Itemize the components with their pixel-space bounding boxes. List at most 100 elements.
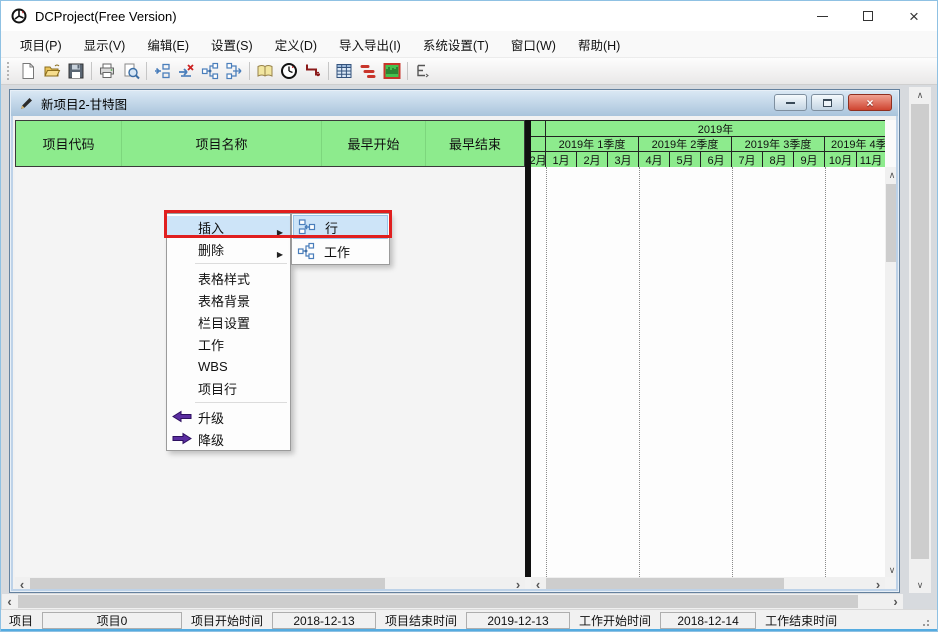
save-button[interactable]	[64, 60, 88, 83]
child-close-button[interactable]: ×	[848, 94, 892, 111]
outline-view-icon	[414, 62, 432, 80]
status-project-label: 项目	[9, 612, 33, 629]
toolbar-grip[interactable]	[7, 62, 10, 80]
toolbar-separator	[249, 62, 250, 80]
timeline-quarter-2: 2019年 2季度	[639, 137, 732, 152]
scrollbar-thumb[interactable]	[886, 184, 896, 262]
status-work-start-label: 工作开始时间	[579, 612, 651, 629]
add-work-icon	[297, 242, 315, 260]
scrollbar-thumb[interactable]	[18, 595, 858, 608]
new-file-button[interactable]	[16, 60, 40, 83]
scroll-up-button[interactable]	[885, 168, 896, 182]
maximize-button[interactable]	[845, 1, 891, 31]
status-bar: 项目 项目0 项目开始时间 2018-12-13 项目结束时间 2019-12-…	[1, 609, 937, 631]
gantt-child-window: 新项目2-甘特图 × 项目代码 项目名称 最早开始 最早结束 2019年	[9, 89, 900, 593]
pencil-icon	[19, 96, 34, 111]
column-header-earliest-start: 最早开始	[322, 121, 426, 166]
menu-edit[interactable]: 编辑(E)	[136, 30, 200, 59]
toolbar-separator	[328, 62, 329, 80]
quarter-gridline	[546, 167, 547, 577]
menu-bar: 项目(P) 显示(V) 编辑(E) 设置(S) 定义(D) 导入导出(I) 系统…	[1, 31, 937, 58]
gantt-view-icon	[359, 62, 377, 80]
menu-import-export[interactable]: 导入导出(I)	[328, 30, 412, 59]
status-work-end-label: 工作结束时间	[765, 612, 837, 629]
app-logo-icon	[11, 8, 27, 24]
menu-project[interactable]: 项目(P)	[9, 30, 73, 59]
outline-view-button[interactable]	[411, 60, 435, 83]
context-menu-item-insert[interactable]: 插入	[167, 216, 290, 238]
status-project-start-label: 项目开始时间	[191, 612, 263, 629]
scroll-right-button[interactable]	[871, 577, 885, 589]
menu-system-settings[interactable]: 系统设置(T)	[412, 30, 500, 59]
add-node-button[interactable]	[198, 60, 222, 83]
resize-grip[interactable]	[919, 616, 929, 626]
gantt-chart-area[interactable]	[531, 167, 885, 577]
context-menu-item-demote[interactable]: 降级	[167, 428, 290, 450]
histogram-view-icon	[383, 62, 401, 80]
scroll-left-button[interactable]	[531, 577, 545, 589]
menu-help[interactable]: 帮助(H)	[567, 30, 631, 59]
timeline-month: 6月	[701, 152, 732, 168]
scroll-up-button[interactable]	[909, 87, 931, 103]
gantt-horizontal-scrollbar	[531, 577, 885, 589]
submenu-arrow-icon	[277, 223, 283, 238]
context-menu-item-table-style[interactable]: 表格样式	[167, 267, 290, 289]
menu-window[interactable]: 窗口(W)	[500, 30, 567, 59]
histogram-view-button[interactable]	[380, 60, 404, 83]
table-view-button[interactable]	[332, 60, 356, 83]
scroll-left-button[interactable]	[2, 594, 17, 609]
print-preview-icon	[122, 62, 140, 80]
submenu-item-row[interactable]: 行	[293, 215, 388, 239]
context-menu-item-project-row[interactable]: 项目行	[167, 377, 290, 399]
quarter-gridline	[732, 167, 733, 577]
arrange-nodes-button[interactable]	[222, 60, 246, 83]
insert-row-button[interactable]	[150, 60, 174, 83]
submenu-item-work[interactable]: 工作	[293, 239, 388, 263]
gantt-view-button[interactable]	[356, 60, 380, 83]
menu-view[interactable]: 显示(V)	[73, 30, 137, 59]
scroll-down-button[interactable]	[909, 577, 931, 593]
app-titlebar: DCProject(Free Version)	[1, 1, 937, 31]
context-menu-item-table-background[interactable]: 表格背景	[167, 289, 290, 311]
timeline-quarter-1: 2019年 1季度	[546, 137, 639, 152]
scroll-right-button[interactable]	[888, 594, 903, 609]
timeline-month: 11月	[857, 152, 885, 168]
child-titlebar[interactable]: 新项目2-甘特图	[11, 91, 898, 116]
print-button[interactable]	[95, 60, 119, 83]
print-preview-button[interactable]	[119, 60, 143, 83]
menu-settings[interactable]: 设置(S)	[200, 30, 264, 59]
minimize-button[interactable]	[799, 1, 845, 31]
context-menu-item-work[interactable]: 工作	[167, 333, 290, 355]
timeline-month: 5月	[670, 152, 701, 168]
print-icon	[98, 62, 116, 80]
scroll-left-button[interactable]	[15, 577, 29, 589]
child-restore-button[interactable]	[811, 94, 844, 111]
scrollbar-thumb[interactable]	[546, 578, 784, 589]
table-header-row: 项目代码 项目名称 最早开始 最早结束	[15, 120, 525, 167]
timeline-month: 8月	[763, 152, 794, 168]
book-button[interactable]	[253, 60, 277, 83]
context-menu-item-delete[interactable]: 删除	[167, 238, 290, 260]
timeline-month: 9月	[794, 152, 825, 168]
mdi-horizontal-scrollbar	[2, 594, 903, 609]
scrollbar-thumb[interactable]	[30, 578, 385, 589]
insert-submenu: 行 工作	[291, 213, 390, 265]
child-minimize-button[interactable]	[774, 94, 807, 111]
context-menu-item-promote[interactable]: 升级	[167, 406, 290, 428]
scroll-right-button[interactable]	[511, 577, 525, 589]
delete-row-button[interactable]	[174, 60, 198, 83]
context-menu-item-column-settings[interactable]: 栏目设置	[167, 311, 290, 333]
demote-arrow-icon	[172, 432, 192, 445]
open-file-button[interactable]	[40, 60, 64, 83]
quarter-gridline	[825, 167, 826, 577]
menu-define[interactable]: 定义(D)	[264, 30, 328, 59]
context-menu-item-wbs[interactable]: WBS	[167, 355, 290, 377]
scrollbar-thumb[interactable]	[911, 104, 929, 559]
close-button[interactable]: ×	[891, 1, 937, 31]
timeline-quarter-spacer	[531, 137, 546, 152]
scroll-down-button[interactable]	[885, 563, 896, 577]
clock-button[interactable]	[277, 60, 301, 83]
timeline-year-spacer	[531, 121, 546, 137]
table-view-icon	[335, 62, 353, 80]
network-link-button[interactable]	[301, 60, 325, 83]
